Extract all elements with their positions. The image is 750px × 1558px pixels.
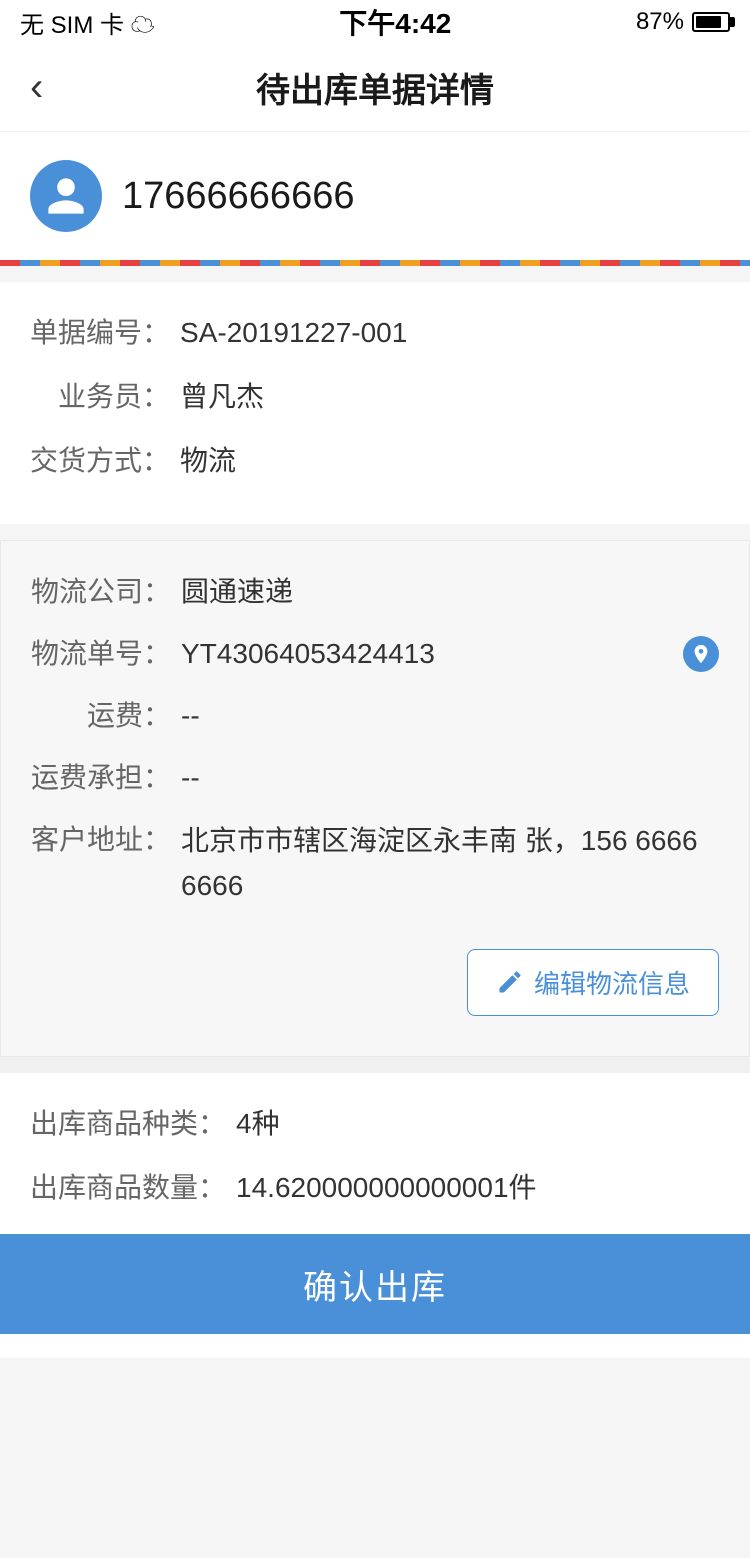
status-time: 下午4:42: [339, 2, 451, 42]
logistics-company-row: 物流公司： 圆通速递: [31, 571, 719, 613]
confirm-outbound-button[interactable]: 确认出库: [0, 1234, 750, 1334]
customer-section: 17666666666: [0, 132, 750, 260]
salesperson-row: 业务员： 曾凡杰: [30, 376, 720, 418]
edit-logistics-label: 编辑物流信息: [534, 964, 690, 1001]
address-label: 客户地址：: [31, 819, 171, 909]
battery-level: 87%: [636, 8, 684, 36]
back-button[interactable]: ‹: [30, 55, 53, 120]
goods-type-row: 出库商品种类： 4种: [30, 1103, 720, 1145]
address-row: 客户地址： 北京市市辖区海淀区永丰南 张，156 6666 6666: [31, 819, 719, 909]
salesperson-value: 曾凡杰: [180, 376, 720, 418]
tracking-row: 物流单号： YT43064053424413: [31, 633, 719, 675]
delivery-method-value: 物流: [180, 440, 720, 482]
bottom-spacer: [0, 1358, 750, 1558]
delivery-method-row: 交货方式： 物流: [30, 440, 720, 482]
tracking-value: YT43064053424413: [181, 633, 669, 675]
goods-type-label: 出库商品种类：: [30, 1103, 226, 1145]
logistics-company-label: 物流公司：: [31, 571, 171, 613]
freight-bearer-label: 运费承担：: [31, 757, 171, 799]
confirm-btn-label: 确认出库: [303, 1260, 447, 1309]
sim-status: 无 SIM 卡 ☁: [20, 5, 155, 40]
salesperson-label: 业务员：: [30, 376, 170, 418]
customer-phone: 17666666666: [122, 175, 354, 218]
freight-bearer-value: --: [181, 757, 719, 799]
avatar: [30, 160, 102, 232]
freight-row: 运费： --: [31, 695, 719, 737]
section-divider: [0, 1057, 750, 1073]
delivery-method-label: 交货方式：: [30, 440, 170, 482]
freight-bearer-row: 运费承担： --: [31, 757, 719, 799]
freight-value: --: [181, 695, 719, 737]
user-icon: [44, 174, 88, 218]
goods-type-value: 4种: [236, 1103, 720, 1145]
battery-icon: [692, 12, 730, 32]
status-right: 87%: [636, 8, 730, 36]
nav-bar: ‹ 待出库单据详情: [0, 44, 750, 132]
edit-logistics-button[interactable]: 编辑物流信息: [467, 949, 719, 1016]
logistics-section: 物流公司： 圆通速递 物流单号： YT43064053424413 运费： --…: [0, 540, 750, 1057]
page-title: 待出库单据详情: [256, 63, 494, 112]
location-icon[interactable]: [683, 636, 719, 672]
tracking-label: 物流单号：: [31, 633, 171, 675]
status-bar: 无 SIM 卡 ☁ 下午4:42 87%: [0, 0, 750, 44]
goods-quantity-value: 14.620000000000001件: [236, 1167, 720, 1209]
edit-logistics-btn-area: 编辑物流信息: [31, 929, 719, 1026]
status-left: 无 SIM 卡 ☁: [20, 5, 155, 40]
dashed-divider: [0, 260, 750, 266]
order-no-row: 单据编号： SA-20191227-001: [30, 312, 720, 354]
order-info-section: 单据编号： SA-20191227-001 业务员： 曾凡杰 交货方式： 物流: [0, 282, 750, 524]
edit-icon: [496, 968, 524, 996]
address-value: 北京市市辖区海淀区永丰南 张，156 6666 6666: [181, 819, 719, 909]
goods-quantity-row: 出库商品数量： 14.620000000000001件: [30, 1167, 720, 1209]
freight-label: 运费：: [31, 695, 171, 737]
order-no-label: 单据编号：: [30, 312, 170, 354]
order-no-value: SA-20191227-001: [180, 312, 720, 354]
goods-quantity-label: 出库商品数量：: [30, 1167, 226, 1209]
logistics-company-value: 圆通速递: [181, 571, 719, 613]
